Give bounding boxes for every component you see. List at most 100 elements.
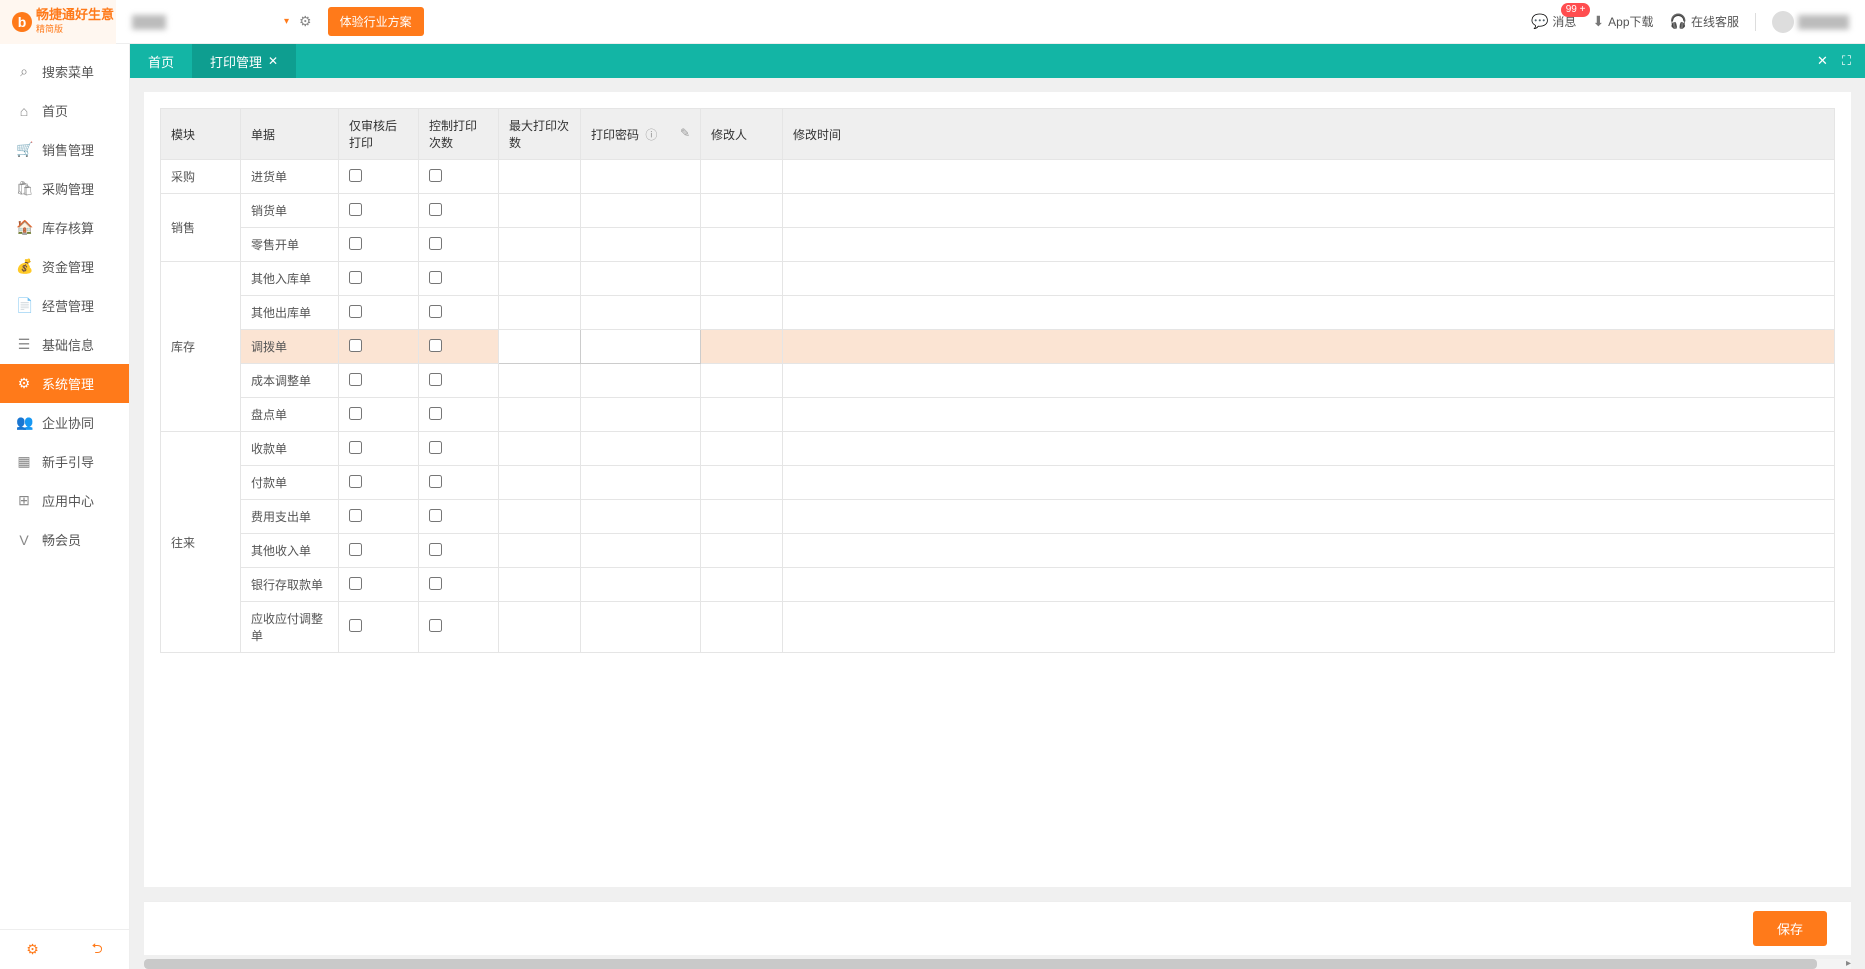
control-count-checkbox[interactable] — [429, 169, 442, 182]
cell-audit-only — [339, 194, 419, 228]
audit-only-checkbox[interactable] — [349, 305, 362, 318]
table-row: 银行存取款单 — [161, 568, 1835, 602]
cell-password — [581, 432, 701, 466]
sidebar-item-label: 经营管理 — [42, 296, 94, 315]
cell-modify-time — [783, 262, 1835, 296]
audit-only-checkbox[interactable] — [349, 619, 362, 632]
cell-module: 销售 — [161, 194, 241, 262]
sidebar-item-12[interactable]: V畅会员 — [0, 520, 129, 559]
fullscreen-icon[interactable]: ⛶ — [1842, 53, 1851, 69]
sidebar-item-10[interactable]: ▦新手引导 — [0, 442, 129, 481]
audit-only-checkbox[interactable] — [349, 339, 362, 352]
tab-0[interactable]: 首页 — [130, 44, 192, 78]
help-icon[interactable]: ⓘ — [645, 128, 657, 142]
message-button[interactable]: 💬 消息 99 + — [1531, 13, 1576, 30]
sidebar-item-11[interactable]: ⊞应用中心 — [0, 481, 129, 520]
control-count-checkbox[interactable] — [429, 271, 442, 284]
sidebar-item-5[interactable]: 💰资金管理 — [0, 247, 129, 286]
audit-only-checkbox[interactable] — [349, 577, 362, 590]
cell-password[interactable] — [581, 330, 701, 364]
cell-modifier — [701, 262, 783, 296]
audit-only-checkbox[interactable] — [349, 475, 362, 488]
control-count-checkbox[interactable] — [429, 339, 442, 352]
cell-modifier — [701, 228, 783, 262]
audit-only-checkbox[interactable] — [349, 543, 362, 556]
app-download-button[interactable]: ⬇ App下载 — [1592, 13, 1653, 30]
close-all-tabs-icon[interactable]: ✕ — [1817, 53, 1828, 69]
cell-audit-only — [339, 432, 419, 466]
cell-control-count — [419, 364, 499, 398]
control-count-checkbox[interactable] — [429, 237, 442, 250]
online-service-button[interactable]: 🎧 在线客服 — [1670, 13, 1739, 30]
control-count-checkbox[interactable] — [429, 441, 442, 454]
audit-only-checkbox[interactable] — [349, 509, 362, 522]
footer-bar: 保存 — [144, 901, 1851, 955]
sidebar-item-8[interactable]: ⚙系统管理 — [0, 364, 129, 403]
sidebar: ⌕搜索菜单⌂首页🛒销售管理🛍采购管理🏠库存核算💰资金管理📄经营管理☰基础信息⚙系… — [0, 44, 130, 969]
table-row: 零售开单 — [161, 228, 1835, 262]
settings-icon[interactable]: ⚙ — [26, 941, 39, 958]
cell-modify-time — [783, 228, 1835, 262]
sidebar-item-label: 新手引导 — [42, 452, 94, 471]
sidebar-item-3[interactable]: 🛍采购管理 — [0, 169, 129, 208]
message-badge: 99 + — [1561, 3, 1591, 17]
cell-modify-time — [783, 466, 1835, 500]
control-count-checkbox[interactable] — [429, 577, 442, 590]
gear-icon[interactable]: ⚙ — [299, 13, 312, 30]
control-count-checkbox[interactable] — [429, 373, 442, 386]
control-count-checkbox[interactable] — [429, 203, 442, 216]
control-count-checkbox[interactable] — [429, 543, 442, 556]
sidebar-item-6[interactable]: 📄经营管理 — [0, 286, 129, 325]
cell-control-count — [419, 602, 499, 653]
collapse-icon[interactable]: ⮌ — [91, 938, 102, 962]
sidebar-icon: V — [16, 532, 32, 548]
audit-only-checkbox[interactable] — [349, 373, 362, 386]
sidebar-item-1[interactable]: ⌂首页 — [0, 91, 129, 130]
sidebar-item-4[interactable]: 🏠库存核算 — [0, 208, 129, 247]
tab-1[interactable]: 打印管理✕ — [192, 44, 296, 78]
control-count-checkbox[interactable] — [429, 619, 442, 632]
cell-max-count — [499, 534, 581, 568]
company-selector[interactable]: ████ ▾ — [132, 15, 289, 29]
scroll-right-icon[interactable]: ▸ — [1846, 958, 1851, 969]
sidebar-item-9[interactable]: 👥企业协同 — [0, 403, 129, 442]
industry-plan-button[interactable]: 体验行业方案 — [328, 7, 424, 36]
scrollbar-thumb[interactable] — [144, 959, 1817, 969]
cell-password — [581, 466, 701, 500]
cell-doc: 其他入库单 — [241, 262, 339, 296]
horizontal-scrollbar[interactable]: ▸ — [144, 959, 1851, 969]
cell-max-count — [499, 262, 581, 296]
cell-audit-only — [339, 364, 419, 398]
audit-only-checkbox[interactable] — [349, 271, 362, 284]
cell-doc: 成本调整单 — [241, 364, 339, 398]
audit-only-checkbox[interactable] — [349, 237, 362, 250]
edit-icon[interactable]: ✎ — [680, 126, 690, 140]
cell-max-count[interactable] — [499, 330, 581, 364]
avatar — [1772, 11, 1794, 33]
audit-only-checkbox[interactable] — [349, 441, 362, 454]
audit-only-checkbox[interactable] — [349, 203, 362, 216]
cell-password — [581, 500, 701, 534]
user-menu[interactable]: ██████ — [1772, 11, 1849, 33]
cell-audit-only — [339, 568, 419, 602]
control-count-checkbox[interactable] — [429, 407, 442, 420]
cell-modifier — [701, 330, 783, 364]
sidebar-item-0[interactable]: ⌕搜索菜单 — [0, 52, 129, 91]
control-count-checkbox[interactable] — [429, 509, 442, 522]
audit-only-checkbox[interactable] — [349, 407, 362, 420]
brand-name: 畅捷通好生意 — [36, 8, 114, 22]
tab-label: 首页 — [148, 52, 174, 71]
audit-only-checkbox[interactable] — [349, 169, 362, 182]
cell-modifier — [701, 296, 783, 330]
print-settings-table: 模块 单据 仅审核后打印 控制打印次数 最大打印次数 打印密码 ⓘ ✎ 修改人 — [160, 108, 1835, 653]
sidebar-item-label: 资金管理 — [42, 257, 94, 276]
cell-module: 往来 — [161, 432, 241, 653]
save-button[interactable]: 保存 — [1753, 911, 1827, 946]
sidebar-item-7[interactable]: ☰基础信息 — [0, 325, 129, 364]
control-count-checkbox[interactable] — [429, 305, 442, 318]
close-icon[interactable]: ✕ — [268, 54, 278, 68]
company-name: ████ — [132, 15, 166, 29]
control-count-checkbox[interactable] — [429, 475, 442, 488]
cell-max-count — [499, 228, 581, 262]
sidebar-item-2[interactable]: 🛒销售管理 — [0, 130, 129, 169]
